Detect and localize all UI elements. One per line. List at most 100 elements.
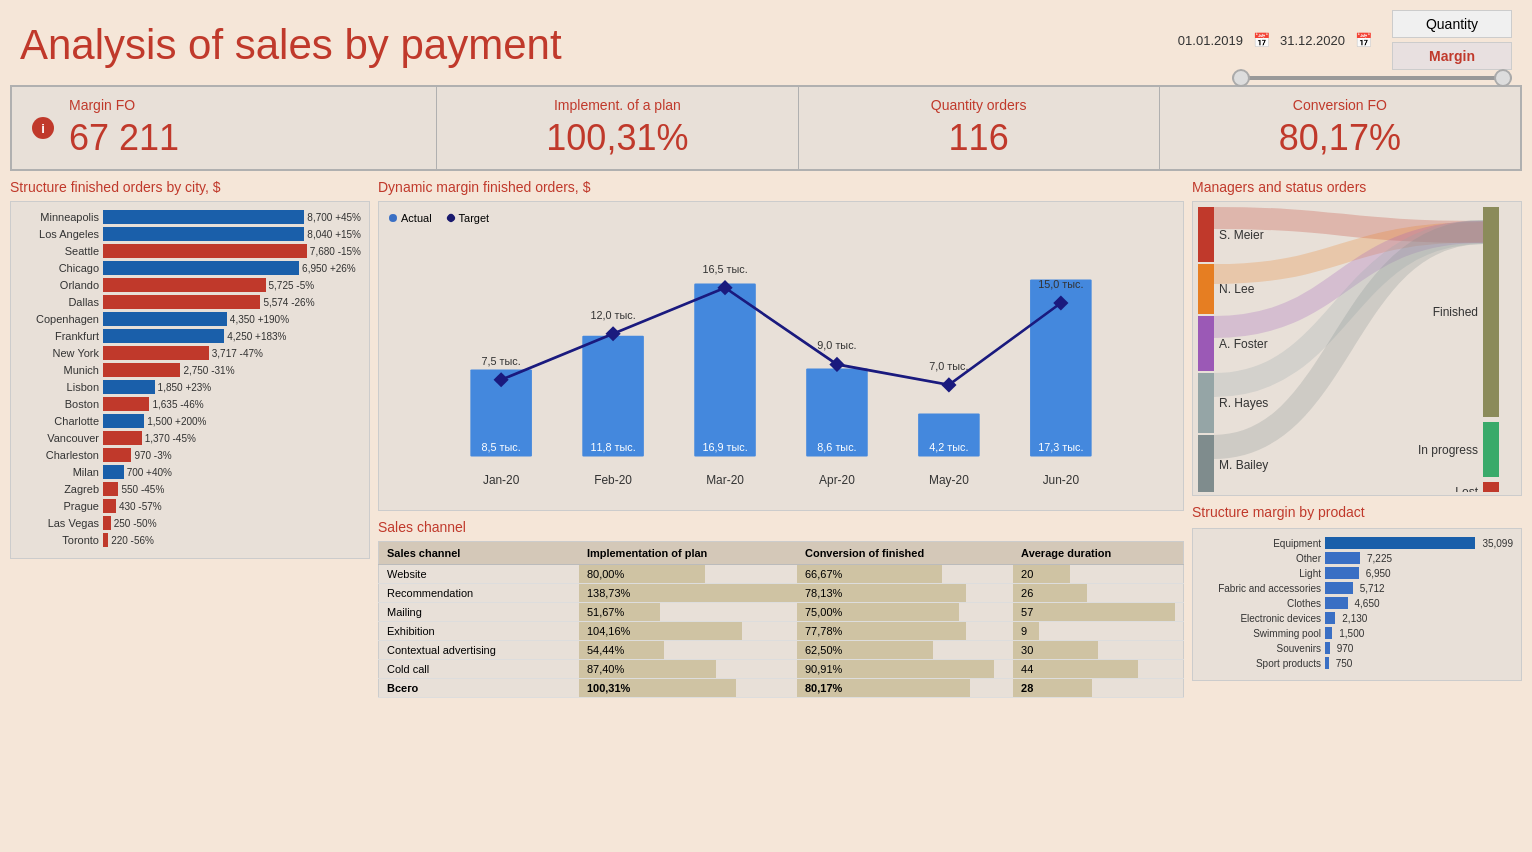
city-bar-track: 5,725 -5% — [103, 278, 361, 292]
manager-bar — [1198, 373, 1214, 433]
sales-impl-cell: 138,73% — [579, 584, 797, 603]
city-bar-track: 5,574 -26% — [103, 295, 361, 309]
city-bar-text: 700 +40% — [127, 467, 172, 478]
city-bar-track: 430 -57% — [103, 499, 361, 513]
city-bar-track: 700 +40% — [103, 465, 361, 479]
sales-table-header: Average duration — [1013, 542, 1183, 565]
sales-impl-cell: 54,44% — [579, 641, 797, 660]
kpi-quantity: Quantity orders 116 — [799, 87, 1160, 169]
status-bar — [1483, 482, 1499, 492]
city-bar-fill — [103, 516, 111, 530]
city-bar-track: 4,350 +190% — [103, 312, 361, 326]
city-bar-track: 550 -45% — [103, 482, 361, 496]
city-bar-track: 220 -56% — [103, 533, 361, 547]
manager-name: R. Hayes — [1219, 396, 1268, 410]
city-bar-row: Boston1,635 -46% — [19, 397, 361, 411]
city-bar-text: 5,574 -26% — [263, 297, 314, 308]
city-bar-text: 1,370 -45% — [145, 433, 196, 444]
city-bar-track: 8,700 +45% — [103, 210, 361, 224]
slider-thumb-right[interactable] — [1494, 69, 1512, 87]
quantity-button[interactable]: Quantity — [1392, 10, 1512, 38]
chart-bar-label: 16,9 тыс. — [702, 441, 747, 453]
impl-value: 80,00% — [587, 568, 624, 580]
target-label: 15,0 тыс. — [1038, 278, 1083, 290]
sales-conv-cell: 77,78% — [797, 622, 1013, 641]
target-label: 16,5 тыс. — [702, 263, 747, 275]
kpi-implement: Implement. of a plan 100,31% — [437, 87, 798, 169]
conv-value: 80,17% — [805, 682, 842, 694]
city-bar-fill — [103, 363, 180, 377]
city-bar-track: 1,370 -45% — [103, 431, 361, 445]
city-bar-row: Orlando5,725 -5% — [19, 278, 361, 292]
dynamic-chart: Actual Target 8,5 тыс.11,8 тыс.16,9 тыс.… — [378, 201, 1184, 511]
city-bar-row: Las Vegas250 -50% — [19, 516, 361, 530]
impl-value: 54,44% — [587, 644, 624, 656]
calendar-icon-start[interactable]: 📅 — [1253, 32, 1270, 48]
city-bar-track: 3,717 -47% — [103, 346, 361, 360]
city-bar-row: Seattle7,680 -15% — [19, 244, 361, 258]
city-bar-row: Chicago6,950 +26% — [19, 261, 361, 275]
sales-channel-title: Sales channel — [378, 519, 1184, 535]
month-label: Jan-20 — [483, 473, 520, 487]
slider-thumb-left[interactable] — [1232, 69, 1250, 87]
city-bar-row: Copenhagen4,350 +190% — [19, 312, 361, 326]
sales-impl-cell: 87,40% — [579, 660, 797, 679]
manager-name: M. Bailey — [1219, 458, 1268, 472]
center-panel: Dynamic margin finished orders, $ Actual… — [378, 179, 1184, 698]
product-label: Fabric and accessories — [1201, 583, 1321, 594]
sales-table-header: Conversion of finished — [797, 542, 1013, 565]
product-label: Other — [1201, 553, 1321, 564]
sales-conv-cell: 90,91% — [797, 660, 1013, 679]
date-slider — [1232, 76, 1512, 80]
legend-actual: Actual — [389, 212, 432, 224]
avg-value: 26 — [1021, 587, 1033, 599]
target-label: 9,0 тыс. — [817, 339, 856, 351]
city-bar-text: 7,680 -15% — [310, 246, 361, 257]
impl-value: 51,67% — [587, 606, 624, 618]
legend-target-dot — [445, 212, 456, 223]
product-value: 35,099 — [1482, 538, 1513, 549]
kpi-margin-fo-label: Margin FO — [69, 97, 179, 113]
manager-name: A. Foster — [1219, 337, 1268, 351]
view-toggle: Quantity Margin — [1392, 10, 1512, 70]
city-bar-row: Lisbon1,850 +23% — [19, 380, 361, 394]
sales-avg-cell: 57 — [1013, 603, 1183, 622]
sales-conv-cell: 62,50% — [797, 641, 1013, 660]
product-row: Fabric and accessories5,712 — [1201, 582, 1513, 594]
kpi-row: i Margin FO 67 211 Implement. of a plan … — [10, 85, 1522, 171]
manager-bar — [1198, 207, 1214, 262]
product-row: Souvenirs970 — [1201, 642, 1513, 654]
city-bar-fill — [103, 210, 304, 224]
product-value: 6,950 — [1366, 568, 1391, 579]
chart-bar — [694, 284, 756, 457]
calendar-icon-end[interactable]: 📅 — [1355, 32, 1372, 48]
chart-legend: Actual Target — [389, 212, 1173, 224]
sales-table-row: Recommendation 138,73% 78,13% 26 — [379, 584, 1184, 603]
city-bar-fill — [103, 465, 124, 479]
legend-target-label: Target — [459, 212, 490, 224]
city-bar-text: 3,717 -47% — [212, 348, 263, 359]
legend-actual-dot — [389, 214, 397, 222]
city-bar-label: Chicago — [19, 262, 99, 274]
sales-table-row: Mailing 51,67% 75,00% 57 — [379, 603, 1184, 622]
slider-track[interactable] — [1232, 76, 1512, 80]
city-bar-fill — [103, 397, 149, 411]
city-bar-label: New York — [19, 347, 99, 359]
status-label: Lost — [1455, 485, 1478, 492]
city-bar-track: 8,040 +15% — [103, 227, 361, 241]
status-bar — [1483, 422, 1499, 477]
city-bar-label: Toronto — [19, 534, 99, 546]
info-icon[interactable]: i — [32, 117, 54, 139]
conv-value: 75,00% — [805, 606, 842, 618]
avg-value: 44 — [1021, 663, 1033, 675]
month-label: Jun-20 — [1043, 473, 1080, 487]
city-bar-label: Munich — [19, 364, 99, 376]
margin-button[interactable]: Margin — [1392, 42, 1512, 70]
city-bar-fill — [103, 295, 260, 309]
city-bar-label: Charlotte — [19, 415, 99, 427]
sales-impl-cell: 80,00% — [579, 565, 797, 584]
product-bar-fill — [1325, 552, 1360, 564]
city-bar-label: Lisbon — [19, 381, 99, 393]
sales-channel-table: Sales channelImplementation of planConve… — [378, 541, 1184, 698]
sales-avg-cell: 28 — [1013, 679, 1183, 698]
